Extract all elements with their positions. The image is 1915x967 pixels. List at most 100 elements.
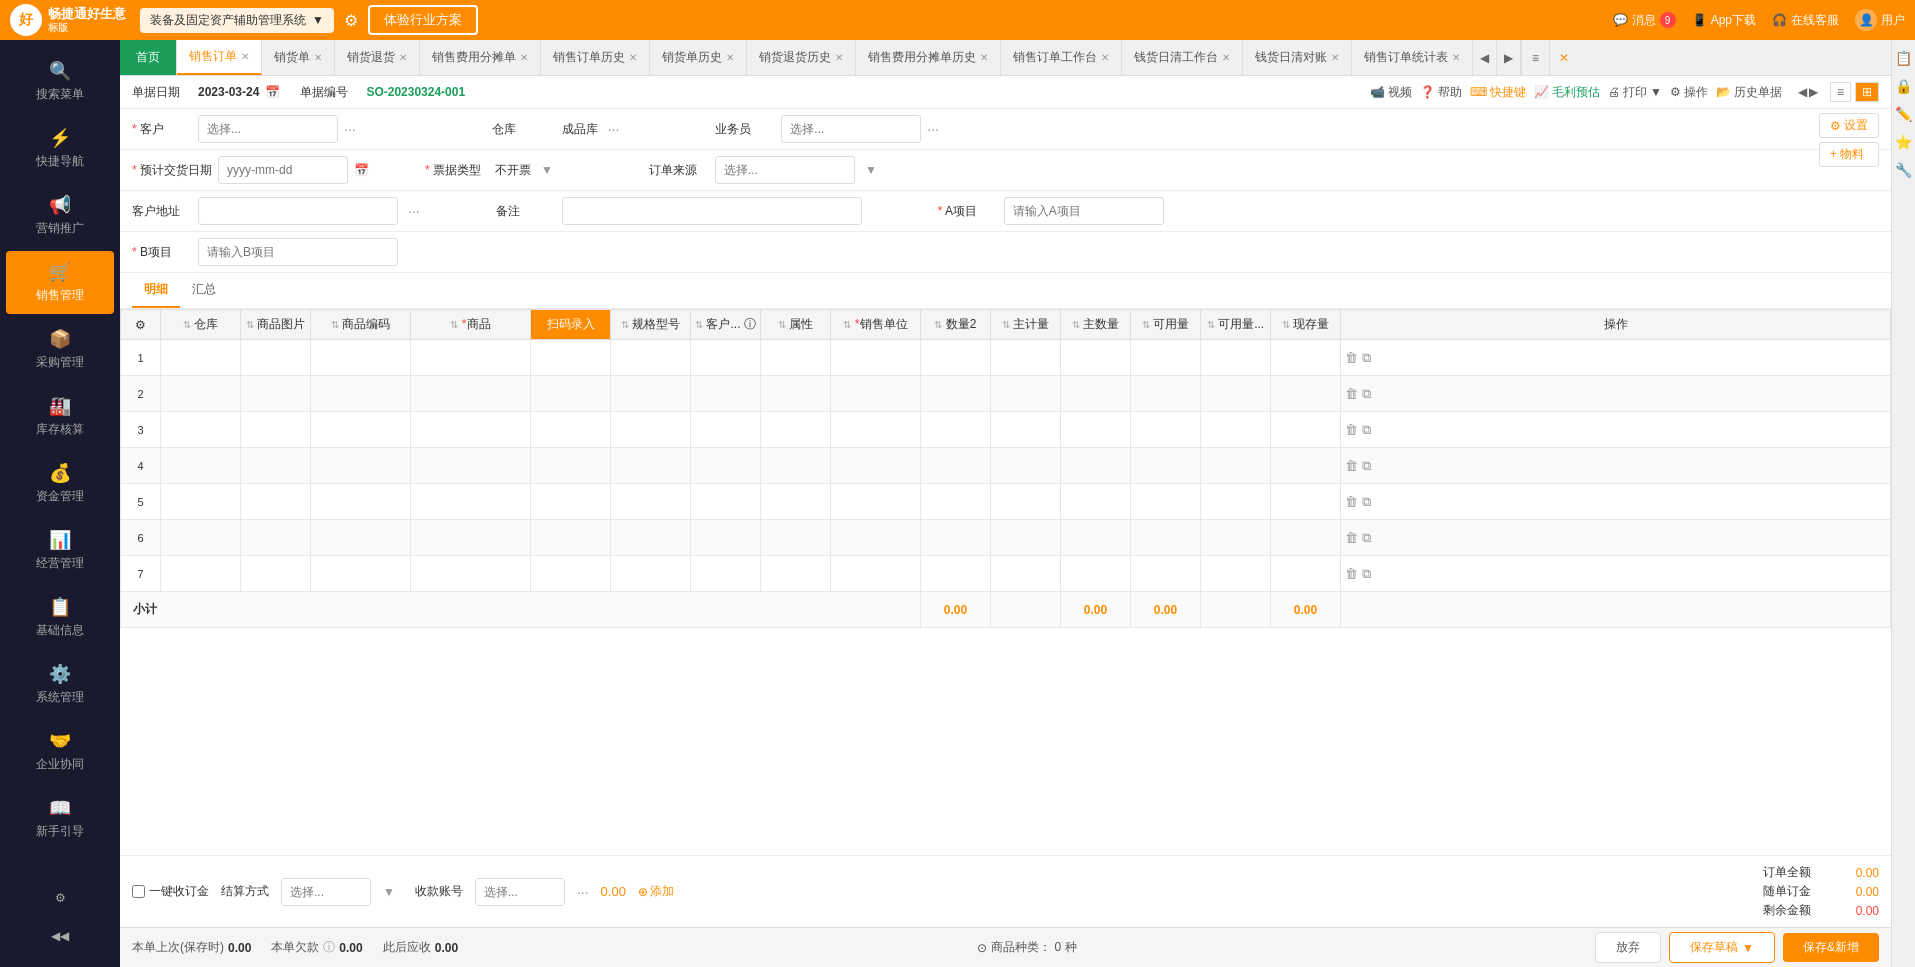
view-list-btn[interactable]: ≡ — [1830, 82, 1851, 102]
settings-float-btn[interactable]: ⚙ 设置 — [1819, 113, 1879, 138]
tab-sales-return[interactable]: 销货退货 ✕ — [335, 40, 420, 75]
row-copy-1[interactable]: ⧉ — [1362, 350, 1371, 366]
col-avail-qty[interactable]: ⇅ 可用量 — [1131, 310, 1201, 340]
order-source-input[interactable] — [715, 156, 855, 184]
row-copy-2[interactable]: ⧉ — [1362, 386, 1371, 402]
solution-button[interactable]: 体验行业方案 — [368, 5, 478, 35]
row-copy-3[interactable]: ⧉ — [1362, 422, 1371, 438]
nav-next-icon[interactable]: ▶ — [1809, 85, 1818, 99]
order-source-dropdown-icon[interactable]: ▼ — [865, 163, 877, 177]
row-delete-7[interactable]: 🗑 — [1345, 566, 1358, 581]
col-warehouse[interactable]: ⇅ 仓库 — [161, 310, 241, 340]
row-copy-4[interactable]: ⧉ — [1362, 458, 1371, 474]
row-copy-5[interactable]: ⧉ — [1362, 494, 1371, 510]
tab-prev-btn[interactable]: ◀ — [1473, 40, 1497, 75]
nav-prev-icon[interactable]: ◀ — [1798, 85, 1807, 99]
add-material-float-btn[interactable]: + 物料 — [1819, 142, 1879, 167]
settings-icon[interactable]: ⚙ — [344, 11, 358, 30]
view-grid-btn[interactable]: ⊞ — [1855, 82, 1879, 102]
sidebar-item-inventory[interactable]: 🏭 库存核算 — [6, 385, 114, 448]
close-cash-reconcile-tab[interactable]: ✕ — [1331, 52, 1339, 63]
add-btn[interactable]: ⊕ 添加 — [638, 883, 674, 900]
tab-next-btn[interactable]: ▶ — [1497, 40, 1521, 75]
col-qty2[interactable]: ⇅ 数量2 — [921, 310, 991, 340]
user-btn[interactable]: 👤 用户 — [1855, 9, 1905, 31]
tab-fee-split[interactable]: 销售费用分摊单 ✕ — [420, 40, 541, 75]
tab-order-workbench[interactable]: 销售订单工作台 ✕ — [1001, 40, 1122, 75]
customer-address-input[interactable] — [198, 197, 398, 225]
row-delete-5[interactable]: 🗑 — [1345, 494, 1358, 509]
settlement-dropdown-icon[interactable]: ▼ — [383, 885, 395, 899]
tab-home[interactable]: 首页 — [120, 40, 177, 75]
sub-tab-summary[interactable]: 汇总 — [180, 273, 228, 308]
tab-close-all-btn[interactable]: ✕ — [1549, 40, 1577, 76]
customer-input[interactable] — [198, 115, 338, 143]
row-delete-1[interactable]: 🗑 — [1345, 350, 1358, 365]
delivery-date-input[interactable] — [218, 156, 348, 184]
col-stock[interactable]: ⇅ 现存量 — [1271, 310, 1341, 340]
video-btn[interactable]: 📹 视频 — [1370, 84, 1412, 101]
one-click-checkbox[interactable]: 一键收订金 — [132, 883, 209, 900]
close-slip-history-tab[interactable]: ✕ — [726, 52, 734, 63]
sidebar-item-finance[interactable]: 💰 资金管理 — [6, 452, 114, 515]
close-fee-split-history-tab[interactable]: ✕ — [980, 52, 988, 63]
customer-more-icon[interactable]: ··· — [344, 121, 356, 137]
help-btn[interactable]: ❓ 帮助 — [1420, 84, 1462, 101]
col-attribute[interactable]: ⇅ 属性 — [761, 310, 831, 340]
salesperson-input[interactable] — [781, 115, 921, 143]
account-input[interactable] — [475, 878, 565, 906]
row-delete-4[interactable]: 🗑 — [1345, 458, 1358, 473]
row-delete-6[interactable]: 🗑 — [1345, 530, 1358, 545]
sidebar-item-operation[interactable]: 📊 经营管理 — [6, 519, 114, 582]
note-input[interactable] — [562, 197, 862, 225]
col-scan[interactable]: 扫码录入 — [531, 310, 611, 340]
sidebar-item-purchase[interactable]: 📦 采购管理 — [6, 318, 114, 381]
tab-sales-slip[interactable]: 销货单 ✕ — [262, 40, 335, 75]
row-copy-7[interactable]: ⧉ — [1362, 566, 1371, 582]
tab-order-history[interactable]: 销售订单历史 ✕ — [541, 40, 650, 75]
sidebar-item-guide[interactable]: 📖 新手引导 — [6, 787, 114, 850]
sidebar-item-system[interactable]: ⚙️ 系统管理 — [6, 653, 114, 716]
tab-return-history[interactable]: 销货退货历史 ✕ — [747, 40, 856, 75]
col-sales-unit[interactable]: ⇅ *销售单位 — [831, 310, 921, 340]
close-fee-split-tab[interactable]: ✕ — [520, 52, 528, 63]
col-product[interactable]: ⇅ *商品 — [411, 310, 531, 340]
col-customer-field[interactable]: ⇅ 客户... ⓘ — [691, 310, 761, 340]
close-cash-workbench-tab[interactable]: ✕ — [1222, 52, 1230, 63]
row-delete-3[interactable]: 🗑 — [1345, 422, 1358, 437]
close-sales-order-tab[interactable]: ✕ — [241, 51, 249, 62]
tab-slip-history[interactable]: 销货单历史 ✕ — [650, 40, 747, 75]
col-main-unit[interactable]: ⇅ 主计量 — [991, 310, 1061, 340]
sidebar-item-enterprise[interactable]: 🤝 企业协同 — [6, 720, 114, 783]
close-sales-return-tab[interactable]: ✕ — [399, 52, 407, 63]
col-product-code[interactable]: ⇅ 商品编码 — [311, 310, 411, 340]
close-order-history-tab[interactable]: ✕ — [629, 52, 637, 63]
col-spec[interactable]: ⇅ 规格型号 — [611, 310, 691, 340]
close-return-history-tab[interactable]: ✕ — [835, 52, 843, 63]
discard-button[interactable]: 放弃 — [1595, 932, 1661, 963]
right-panel-btn-2[interactable]: 🔒 — [1894, 76, 1914, 96]
system-title[interactable]: 装备及固定资产辅助管理系统 ▼ — [140, 8, 334, 33]
right-panel-btn-1[interactable]: 📋 — [1894, 48, 1914, 68]
col-product-img[interactable]: ⇅ 商品图片 — [241, 310, 311, 340]
profit-btn[interactable]: 📈 毛利预估 — [1534, 84, 1600, 101]
shortcut-btn[interactable]: ⌨ 快捷键 — [1470, 84, 1526, 101]
sidebar-item-quicknav[interactable]: ⚡ 快捷导航 — [6, 117, 114, 180]
b-project-input[interactable] — [198, 238, 398, 266]
sidebar-item-basic-info[interactable]: 📋 基础信息 — [6, 586, 114, 649]
close-order-workbench-tab[interactable]: ✕ — [1101, 52, 1109, 63]
history-btn[interactable]: 📂 历史单据 — [1716, 84, 1782, 101]
close-sales-slip-tab[interactable]: ✕ — [314, 52, 322, 63]
sidebar-item-sales[interactable]: 🛒 销售管理 — [6, 251, 114, 314]
sidebar-settings-btn[interactable]: ⚙ — [6, 881, 114, 915]
warehouse-more-icon[interactable]: ··· — [608, 121, 620, 137]
close-order-summary-tab[interactable]: ✕ — [1452, 52, 1460, 63]
settlement-input[interactable] — [281, 878, 371, 906]
col-settings[interactable]: ⚙ — [121, 310, 161, 340]
save-draft-button[interactable]: 保存草稿 ▼ — [1669, 932, 1775, 963]
salesperson-more-icon[interactable]: ··· — [927, 121, 939, 137]
row-copy-6[interactable]: ⧉ — [1362, 530, 1371, 546]
save-new-button[interactable]: 保存&新增 — [1783, 933, 1879, 962]
online-service-btn[interactable]: 🎧 在线客服 — [1772, 12, 1839, 29]
tab-sales-order[interactable]: 销售订单 ✕ — [177, 40, 262, 75]
